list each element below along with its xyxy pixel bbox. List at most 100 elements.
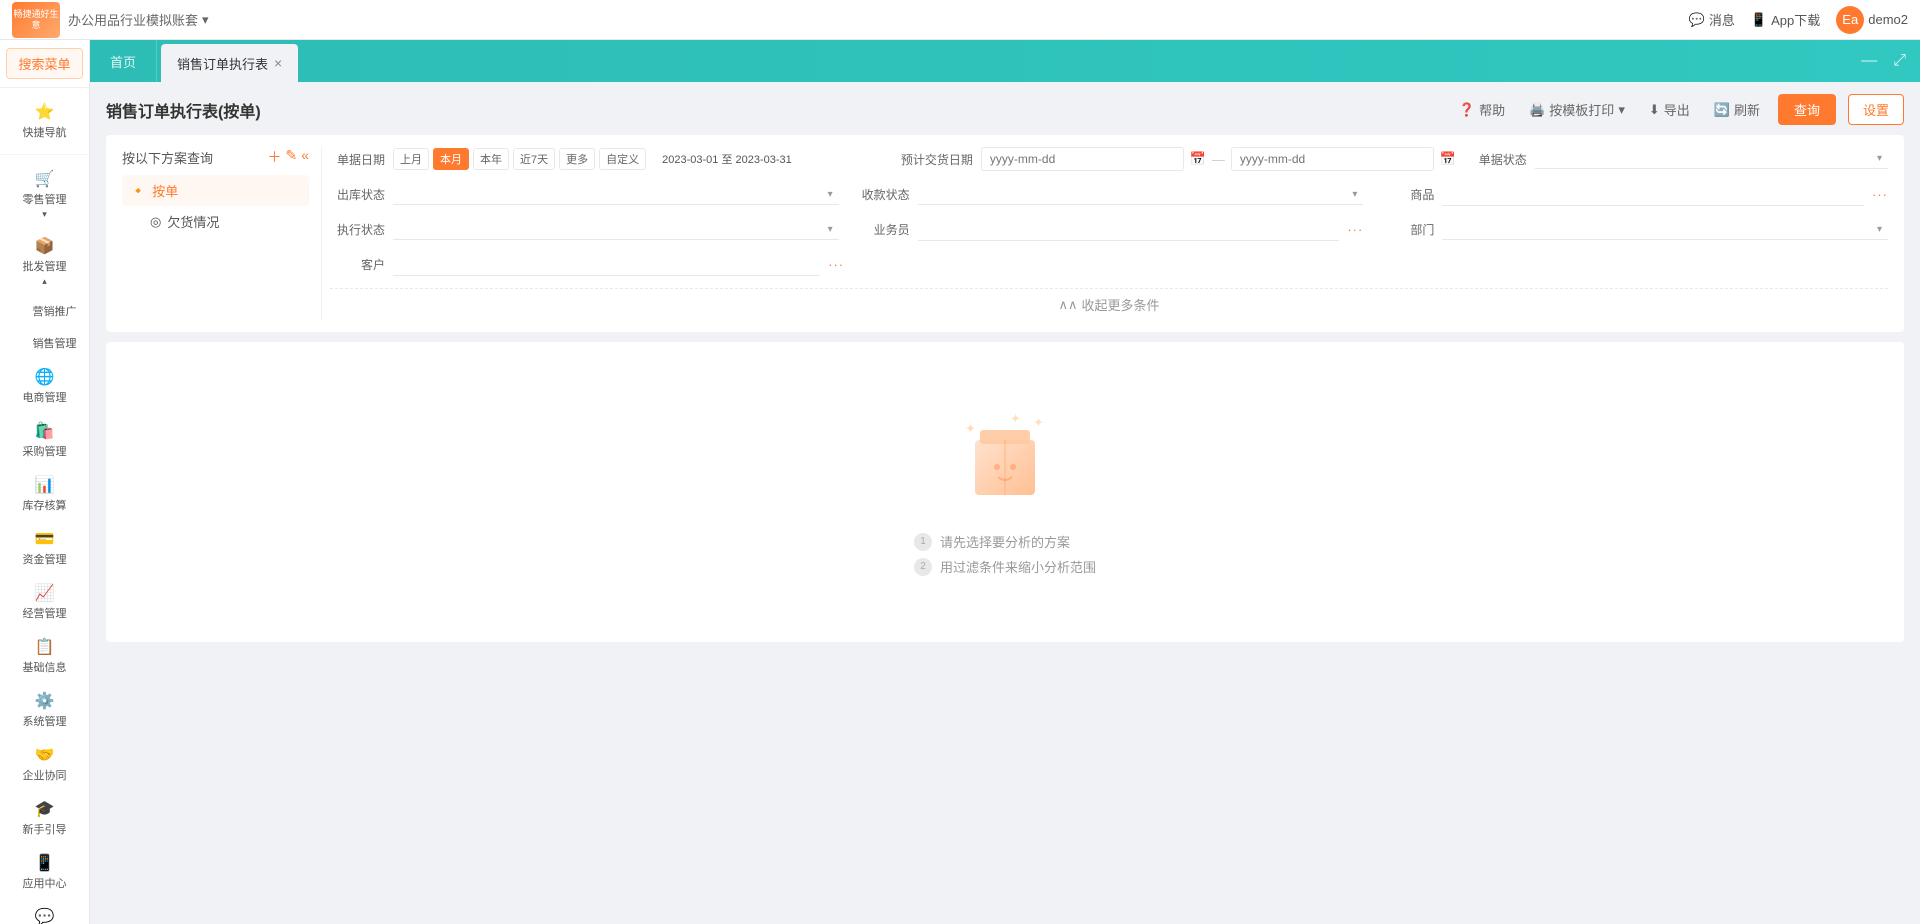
sidebar-item-operation[interactable]: 📈 经营管理 (0, 575, 89, 629)
user-profile[interactable]: Ea demo2 (1836, 6, 1908, 34)
retail-icon: 🛒 (35, 169, 55, 189)
expected-date-label: 预计交货日期 (901, 151, 973, 168)
plan-debt-icon: ◎ (150, 214, 161, 230)
add-plan-icon[interactable]: ＋ (267, 147, 281, 167)
filter-row-delivery: 出库状态 ▾ 收款状态 ▾ (330, 183, 1888, 206)
tabbar-spacer (298, 40, 1847, 82)
plan-item-order[interactable]: 🔸 按单 (122, 175, 309, 206)
date-end-icon[interactable]: 📅 (1440, 151, 1456, 167)
status-select[interactable]: ▾ (1535, 149, 1888, 169)
sidebar-item-purchase[interactable]: 🛍️ 采购管理 (0, 413, 89, 467)
page-actions: ❓ 帮助 🖨️ 按模板打印 ▾ ⬇ 导出 🔄 刷新 (1453, 94, 1904, 125)
plan-order-icon: 🔸 (130, 183, 146, 199)
collapse-left-icon[interactable]: « (301, 147, 309, 167)
delivery-select[interactable]: ▾ (393, 185, 839, 205)
date-start-icon[interactable]: 📅 (1190, 151, 1206, 167)
sidebar-item-quick-nav[interactable]: ⭐ 快捷导航 (0, 94, 89, 148)
page-content: 销售订单执行表(按单) ❓ 帮助 🖨️ 按模板打印 ▾ ⬇ 导出 (90, 82, 1920, 924)
customer-input[interactable] (393, 253, 820, 276)
sidebar-item-guide[interactable]: 🎓 新手引导 (0, 791, 89, 845)
collapse-bar[interactable]: ∧∧ 收起更多条件 (330, 288, 1888, 320)
sidebar-item-basic[interactable]: 📋 基础信息 (0, 629, 89, 683)
topbar-right: 💬 消息 📱 App下载 Ea demo2 (1689, 6, 1908, 34)
plan-item-debt[interactable]: ◎ 欠货情况 (142, 206, 309, 237)
date-btn-custom[interactable]: 自定义 (599, 148, 646, 170)
search-button[interactable]: 查询 (1778, 94, 1836, 125)
filter-expected-date-item: 预计交货日期 📅 — 📅 (901, 147, 1456, 171)
expected-date-start[interactable] (981, 147, 1184, 171)
salesperson-input[interactable] (918, 218, 1340, 241)
sidebar-item-app-center[interactable]: 📱 应用中心 (0, 845, 89, 899)
goods-input[interactable] (1442, 183, 1864, 206)
tab-sales-exec[interactable]: 销售订单执行表 × (161, 44, 298, 82)
filter-panel: 按以下方案查询 ＋ ✎ « 🔸 按单 ◎ 欠 (106, 135, 1904, 332)
expected-date-end[interactable] (1231, 147, 1434, 171)
department-arrow-icon: ▾ (1877, 224, 1882, 235)
empty-hint-2: 2 用过滤条件来缩小分析范围 (914, 554, 1096, 579)
corp-icon: 🤝 (35, 745, 55, 765)
wholesale-arrow: ▴ (42, 276, 47, 287)
refresh-button[interactable]: 🔄 刷新 (1708, 96, 1766, 123)
sidebar-item-corp[interactable]: 🤝 企业协同 (0, 737, 89, 791)
sidebar-item-wechat[interactable]: 💬 企业微信 (0, 899, 89, 924)
topbar: 畅捷通好生意 办公用品行业模拟账套 ▾ 💬 消息 📱 App下载 Ea demo… (0, 0, 1920, 40)
tab-maximize-btn[interactable]: ⤢ (1887, 48, 1912, 74)
delivery-label: 出库状态 (330, 186, 385, 203)
date-btn-this-year[interactable]: 本年 (473, 148, 509, 170)
sidebar-item-sales[interactable]: 销售管理 (20, 327, 89, 359)
settings-button[interactable]: 设置 (1848, 94, 1904, 125)
filter-row-exec: 执行状态 ▾ 业务员 ··· 部门 (330, 218, 1888, 241)
sidebar-item-marketing[interactable]: 营销推广 (20, 295, 89, 327)
empty-hint-1: 1 请先选择要分析的方案 (914, 529, 1096, 554)
date-btn-7days[interactable]: 近7天 (513, 148, 555, 170)
collapse-icon: ∧∧ (1058, 297, 1077, 313)
sidebar-item-finance[interactable]: 💳 资金管理 (0, 521, 89, 575)
export-button[interactable]: ⬇ 导出 (1643, 96, 1696, 123)
edit-plan-icon[interactable]: ✎ (285, 147, 297, 167)
guide-icon: 🎓 (35, 799, 55, 819)
date-btn-this-month[interactable]: 本月 (433, 148, 469, 170)
system-icon: ⚙️ (35, 691, 55, 711)
help-button[interactable]: ❓ 帮助 (1453, 96, 1511, 123)
filter-left-actions: ＋ ✎ « (267, 147, 309, 167)
help-icon: ❓ (1459, 102, 1475, 118)
app-logo: 畅捷通好生意 (12, 2, 60, 38)
page-header: 销售订单执行表(按单) ❓ 帮助 🖨️ 按模板打印 ▾ ⬇ 导出 (106, 94, 1904, 125)
tab-minimize-btn[interactable]: — (1855, 48, 1883, 74)
exec-select[interactable]: ▾ (393, 220, 839, 240)
sidebar-item-system[interactable]: ⚙️ 系统管理 (0, 683, 89, 737)
messages-btn[interactable]: 💬 消息 (1689, 10, 1735, 29)
department-label: 部门 (1379, 221, 1434, 238)
sidebar-item-inventory[interactable]: 📊 库存核算 (0, 467, 89, 521)
filter-salesperson-item: 业务员 ··· (855, 218, 1364, 241)
sidebar-item-wholesale[interactable]: 📦 批发管理 ▴ (0, 228, 89, 295)
filter-row-date: 单据日期 上月 本月 本年 近7天 更多 自定义 2023-03-01 至 20… (330, 147, 1888, 171)
inventory-icon: 📊 (35, 475, 55, 495)
filter-row-customer: 客户 ··· (330, 253, 1888, 276)
filter-left: 按以下方案查询 ＋ ✎ « 🔸 按单 ◎ 欠 (122, 147, 322, 320)
receipt-arrow-icon: ▾ (1352, 189, 1357, 200)
receipt-select[interactable]: ▾ (918, 185, 1364, 205)
exec-arrow-icon: ▾ (828, 224, 833, 235)
app-download-btn[interactable]: 📱 App下载 (1751, 10, 1820, 29)
sidebar-item-ecommerce[interactable]: 🌐 电商管理 (0, 359, 89, 413)
plan-sub: ◎ 欠货情况 (122, 206, 309, 237)
date-btn-more[interactable]: 更多 (559, 148, 595, 170)
customer-more-icon[interactable]: ··· (828, 257, 844, 272)
goods-more-icon[interactable]: ··· (1872, 187, 1888, 202)
search-menu-button[interactable]: 搜索菜单 (6, 48, 83, 79)
sidebar-item-retail[interactable]: 🛒 零售管理 ▾ (0, 161, 89, 228)
basic-icon: 📋 (35, 637, 55, 657)
operation-icon: 📈 (35, 583, 55, 603)
tab-home[interactable]: 首页 (90, 40, 157, 82)
print-button[interactable]: 🖨️ 按模板打印 ▾ (1523, 96, 1631, 123)
department-select[interactable]: ▾ (1442, 220, 1888, 240)
date-btn-last-month[interactable]: 上月 (393, 148, 429, 170)
tab-close-icon[interactable]: × (274, 55, 282, 71)
retail-arrow: ▾ (42, 209, 47, 220)
salesperson-more-icon[interactable]: ··· (1347, 222, 1363, 237)
message-icon: 💬 (1689, 12, 1705, 28)
industry-selector[interactable]: 办公用品行业模拟账套 ▾ (68, 10, 209, 29)
goods-label: 商品 (1379, 186, 1434, 203)
customer-label: 客户 (330, 256, 385, 273)
